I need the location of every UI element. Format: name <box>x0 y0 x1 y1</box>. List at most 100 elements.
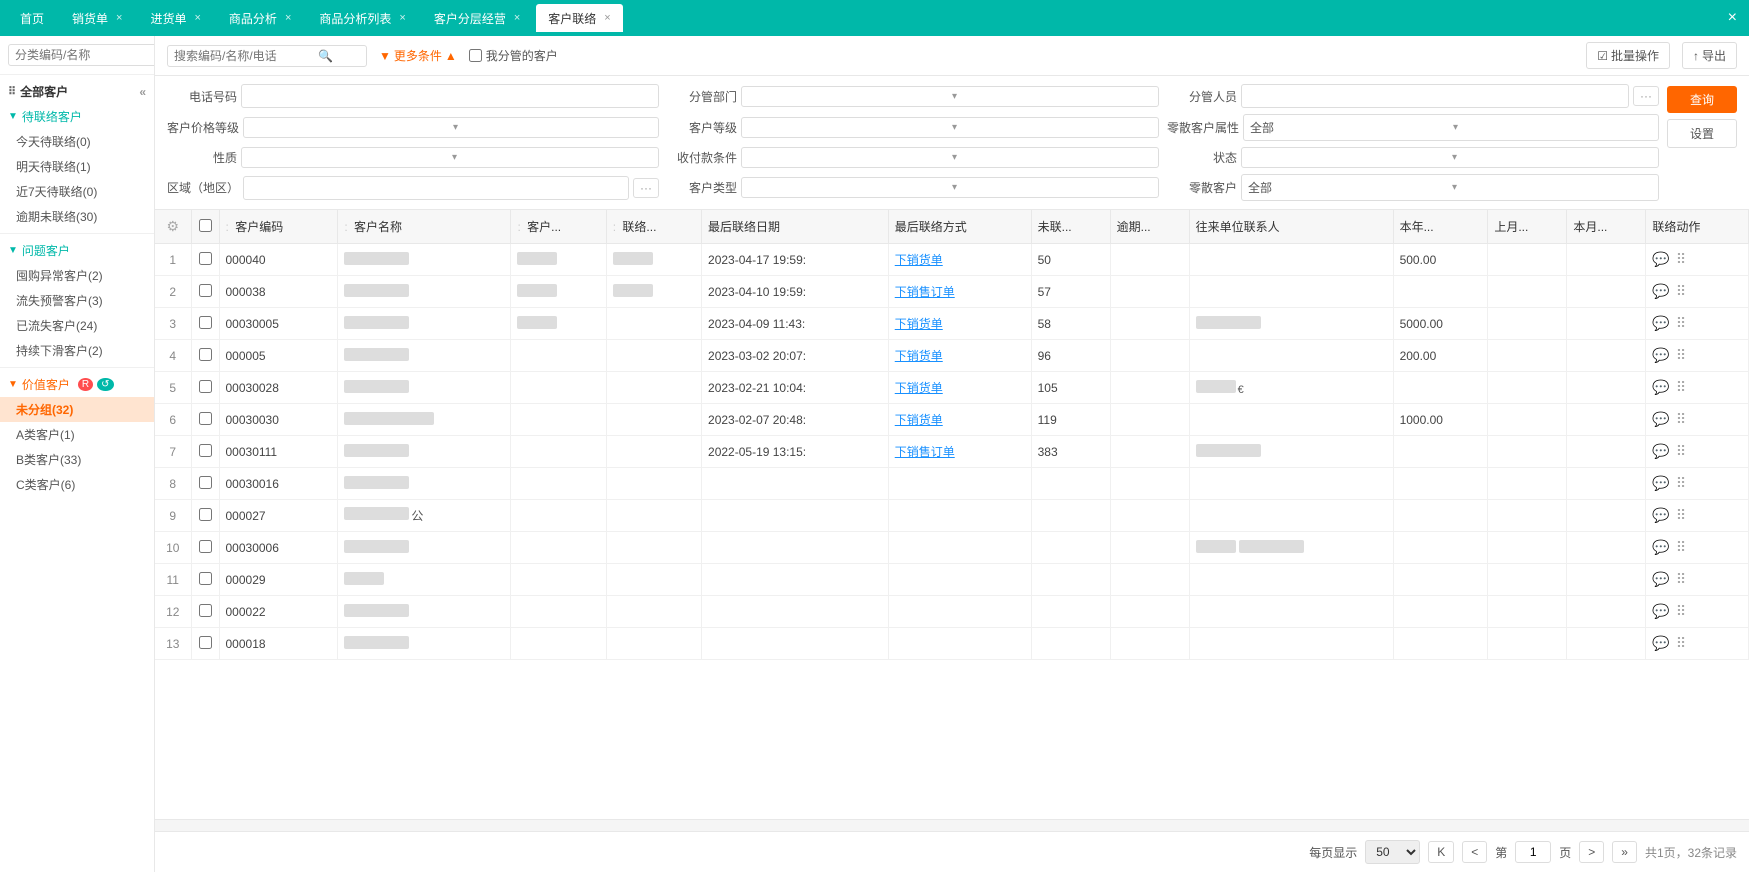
chat-icon[interactable]: 💬 <box>1652 443 1669 460</box>
row-checkbox[interactable] <box>199 572 212 585</box>
price-level-select[interactable]: ▾ <box>243 117 659 138</box>
close-customer-seg-tab[interactable]: × <box>514 12 520 24</box>
last-method-link[interactable]: 下销货单 <box>895 349 943 363</box>
chat-icon[interactable]: 💬 <box>1652 507 1669 524</box>
row-checkbox[interactable] <box>199 604 212 617</box>
more-action-icon[interactable]: ⠿ <box>1676 379 1686 396</box>
more-action-icon[interactable]: ⠿ <box>1676 283 1686 300</box>
row-check[interactable] <box>191 244 219 276</box>
more-action-icon[interactable]: ⠿ <box>1676 475 1686 492</box>
row-checkbox[interactable] <box>199 316 212 329</box>
row-checkbox[interactable] <box>199 508 212 521</box>
retail-attr-select[interactable]: 全部 ▾ <box>1243 114 1659 141</box>
chat-icon[interactable]: 💬 <box>1652 347 1669 364</box>
th-last-date[interactable]: 最后联络日期 <box>702 210 889 244</box>
page-size-select[interactable]: 50 20 100 <box>1365 840 1420 864</box>
value-refresh-icon[interactable]: ↺ <box>97 378 113 391</box>
chat-icon[interactable]: 💬 <box>1652 635 1669 652</box>
th-last-method[interactable]: 最后联络方式 <box>888 210 1031 244</box>
more-action-icon[interactable]: ⠿ <box>1676 411 1686 428</box>
last-method-link[interactable]: 下销货单 <box>895 253 943 267</box>
tab-purchase[interactable]: 进货单 × <box>138 4 212 32</box>
more-action-icon[interactable]: ⠿ <box>1676 603 1686 620</box>
tab-customer-seg[interactable]: 客户分层经营 × <box>422 4 532 32</box>
window-close-button[interactable]: × <box>1724 5 1741 31</box>
sidebar-item-churn-risk[interactable]: 流失预警客户(3) <box>0 288 154 313</box>
query-button[interactable]: 查询 <box>1667 86 1737 113</box>
chat-icon[interactable]: 💬 <box>1652 539 1669 556</box>
tab-customer-contact[interactable]: 客户联络 × <box>536 4 622 32</box>
select-all-checkbox[interactable] <box>199 219 212 232</box>
prev-page-button[interactable]: < <box>1462 841 1487 863</box>
row-checkbox[interactable] <box>199 252 212 265</box>
row-checkbox[interactable] <box>199 636 212 649</box>
close-purchase-tab[interactable]: × <box>194 12 200 24</box>
sidebar-item-classC[interactable]: C类客户(6) <box>0 472 154 497</box>
sidebar-group-value[interactable]: ▼ 价值客户 R ↺ <box>0 372 154 397</box>
th-this-year[interactable]: 本年... <box>1393 210 1488 244</box>
tab-home[interactable]: 首页 <box>8 4 56 32</box>
customer-level-select[interactable]: ▾ <box>741 117 1159 138</box>
sidebar-group-problem[interactable]: ▼ 问题客户 <box>0 238 154 263</box>
last-method-link[interactable]: 下销售订单 <box>895 285 955 299</box>
chat-icon[interactable]: 💬 <box>1652 315 1669 332</box>
last-method-link[interactable]: 下销货单 <box>895 413 943 427</box>
row-check[interactable] <box>191 404 219 436</box>
region-input[interactable] <box>243 176 629 200</box>
chat-icon[interactable]: 💬 <box>1652 411 1669 428</box>
more-action-icon[interactable]: ⠿ <box>1676 443 1686 460</box>
row-checkbox[interactable] <box>199 348 212 361</box>
row-checkbox[interactable] <box>199 284 212 297</box>
sidebar-item-today[interactable]: 今天待联络(0) <box>0 129 154 154</box>
region-more-button[interactable]: ··· <box>633 178 659 198</box>
th-code[interactable]: : 客户编码 <box>219 210 338 244</box>
row-check[interactable] <box>191 628 219 660</box>
sidebar-item-classA[interactable]: A类客户(1) <box>0 422 154 447</box>
more-action-icon[interactable]: ⠿ <box>1676 635 1686 652</box>
more-action-icon[interactable]: ⠿ <box>1676 507 1686 524</box>
tab-analysis-list[interactable]: 商品分析列表 × <box>307 4 417 32</box>
more-action-icon[interactable]: ⠿ <box>1676 571 1686 588</box>
more-action-icon[interactable]: ⠿ <box>1676 251 1686 268</box>
page-number-input[interactable] <box>1515 841 1551 863</box>
person-more-button[interactable]: ··· <box>1633 86 1659 106</box>
sidebar-item-abnormal[interactable]: 囤购异常客户(2) <box>0 263 154 288</box>
sidebar-search-input[interactable] <box>8 44 155 66</box>
close-analysis-tab[interactable]: × <box>285 12 291 24</box>
sidebar-item-unclassified[interactable]: 未分组(32) <box>0 397 154 422</box>
close-sales-tab[interactable]: × <box>116 12 122 24</box>
row-checkbox[interactable] <box>199 540 212 553</box>
my-customer-checkbox[interactable] <box>469 49 482 62</box>
close-customer-contact-tab[interactable]: × <box>604 12 610 24</box>
th-contact[interactable]: : 联络... <box>606 210 701 244</box>
main-search-input[interactable] <box>174 49 314 63</box>
sidebar-item-declining[interactable]: 持续下滑客户(2) <box>0 338 154 363</box>
row-check[interactable] <box>191 276 219 308</box>
last-method-link[interactable]: 下销售订单 <box>895 445 955 459</box>
row-check[interactable] <box>191 532 219 564</box>
dept-select[interactable]: ▾ <box>741 86 1159 107</box>
customer-type-select[interactable]: ▾ <box>741 177 1159 198</box>
row-check[interactable] <box>191 308 219 340</box>
row-check[interactable] <box>191 340 219 372</box>
chat-icon[interactable]: 💬 <box>1652 379 1669 396</box>
row-check[interactable] <box>191 500 219 532</box>
sidebar-collapse-button[interactable]: « <box>139 85 146 99</box>
row-check[interactable] <box>191 436 219 468</box>
person-input[interactable] <box>1241 84 1629 108</box>
status-select[interactable]: ▾ <box>1241 147 1659 168</box>
more-action-icon[interactable]: ⠿ <box>1676 347 1686 364</box>
payment-select[interactable]: ▾ <box>741 147 1159 168</box>
th-last-month[interactable]: 上月... <box>1488 210 1567 244</box>
chat-icon[interactable]: 💬 <box>1652 251 1669 268</box>
sidebar-item-week[interactable]: 近7天待联络(0) <box>0 179 154 204</box>
tab-sales[interactable]: 销货单 × <box>60 4 134 32</box>
more-action-icon[interactable]: ⠿ <box>1676 539 1686 556</box>
th-type[interactable]: : 客户... <box>511 210 606 244</box>
row-checkbox[interactable] <box>199 476 212 489</box>
export-button[interactable]: ↑ 导出 <box>1682 42 1737 69</box>
horizontal-scrollbar[interactable] <box>155 819 1749 831</box>
last-method-link[interactable]: 下销货单 <box>895 381 943 395</box>
th-not-contact[interactable]: 未联... <box>1031 210 1110 244</box>
row-checkbox[interactable] <box>199 380 212 393</box>
